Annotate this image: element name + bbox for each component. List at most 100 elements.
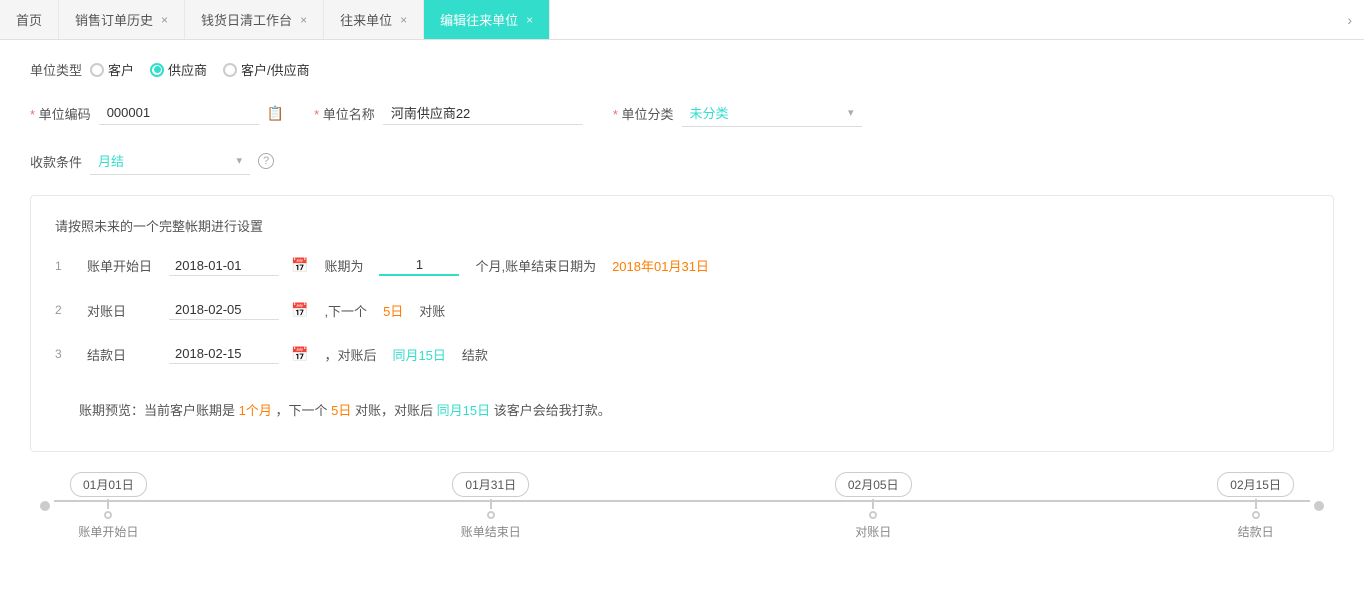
row-period-text: 账期为: [324, 256, 363, 275]
unit-code-input[interactable]: [99, 101, 259, 125]
unit-code-field: 单位编码 📋: [30, 101, 284, 125]
radio-group: 客户 供应商 客户/供应商: [90, 60, 310, 79]
unit-name-label: 单位名称: [314, 104, 375, 123]
row-num-2: 2: [55, 303, 75, 317]
close-icon[interactable]: ×: [161, 13, 168, 27]
payment-terms-field: 收款条件 月结 ▾ ?: [30, 147, 274, 175]
timeline-point-2: 01月31日 账单结束日: [452, 472, 529, 540]
timeline-right-dot: [1314, 501, 1324, 511]
unit-type-field: 单位类型 客户 供应商 客户/供应商: [30, 60, 310, 79]
timeline-label-4: 结款日: [1238, 523, 1274, 540]
reconcile-prefix-text: ,下一个: [324, 301, 367, 320]
reconcile-highlight: 5日: [383, 301, 403, 320]
timeline-label-3: 对账日: [855, 523, 891, 540]
preview-section: 账期预览：当前客户账期是 1个月 ，下一个 5日 对账，对账后 同月15日 该客…: [55, 388, 1309, 431]
tab-cash-workbench[interactable]: 钱货日清工作台 ×: [185, 0, 324, 39]
reconcile-suffix-text: 对账: [419, 301, 445, 320]
payment-date-input[interactable]: [169, 344, 279, 364]
unit-code-icon[interactable]: 📋: [267, 105, 284, 122]
period-unit-text: 个月,账单结束日期为: [475, 256, 596, 275]
timeline-connector-4: [1255, 499, 1257, 509]
period-value-input[interactable]: [379, 255, 459, 276]
tab-partner-label: 往来单位: [340, 10, 392, 29]
tab-partner[interactable]: 往来单位 ×: [324, 0, 424, 39]
timeline-connector-2: [490, 499, 492, 509]
fields-row: 单位编码 📋 单位名称 单位分类 未分类 ▾: [30, 99, 1334, 127]
preview-reconcile-day: 5日: [331, 403, 351, 418]
start-date-label: 账单开始日: [87, 256, 157, 275]
reconcile-date-input[interactable]: [169, 300, 279, 320]
unit-category-select[interactable]: 未分类 ▾: [682, 99, 862, 127]
chevron-down-icon: ▾: [236, 154, 242, 167]
tab-edit-partner[interactable]: 编辑往来单位 ×: [424, 0, 550, 39]
preview-prefix: 账期预览：当前客户账期是: [79, 403, 235, 418]
payment-terms-select[interactable]: 月结 ▾: [90, 147, 250, 175]
tab-sales-history-label: 销售订单历史: [75, 10, 153, 29]
radio-both-label: 客户/供应商: [241, 60, 310, 79]
payment-date-label: 结款日: [87, 345, 157, 364]
period-end-date: 2018年01月31日: [612, 256, 709, 275]
payment-suffix-text: 结款: [462, 345, 488, 364]
radio-customer-label: 客户: [108, 60, 134, 79]
calendar-icon[interactable]: 📅: [291, 257, 308, 274]
radio-both[interactable]: 客户/供应商: [223, 60, 310, 79]
timeline-dot-2: [487, 511, 495, 519]
timeline-connector-1: [107, 499, 109, 509]
tab-home[interactable]: 首页: [0, 0, 59, 39]
radio-supplier[interactable]: 供应商: [150, 60, 207, 79]
close-icon[interactable]: ×: [526, 13, 533, 27]
row-num-1: 1: [55, 259, 75, 273]
timeline-point-3: 02月05日 对账日: [835, 472, 912, 540]
calendar-icon[interactable]: 📅: [291, 346, 308, 363]
section-title: 请按照未来的一个完整帐期进行设置: [55, 216, 1309, 235]
start-date-input[interactable]: [169, 256, 279, 276]
tab-sales-history[interactable]: 销售订单历史 ×: [59, 0, 185, 39]
payment-date-row: 3 结款日 📅 ，对账后 同月15日 结款: [55, 344, 1309, 364]
unit-category-field: 单位分类 未分类 ▾: [613, 99, 862, 127]
preview-sep2: 对账，对账后: [355, 403, 433, 418]
preview-period: 1个月: [239, 403, 272, 418]
unit-name-field: 单位名称: [314, 101, 583, 125]
timeline-label-1: 账单开始日: [78, 523, 138, 540]
unit-name-input[interactable]: [383, 101, 583, 125]
timeline-dot-3: [869, 511, 877, 519]
tab-more-arrow[interactable]: ›: [1335, 12, 1364, 28]
radio-both-circle: [223, 63, 237, 77]
help-icon[interactable]: ?: [258, 153, 274, 169]
unit-category-value: 未分类: [690, 103, 844, 122]
unit-type-row: 单位类型 客户 供应商 客户/供应商: [30, 60, 1334, 79]
preview-sep1: ，下一个: [276, 403, 328, 418]
radio-customer-circle: [90, 63, 104, 77]
unit-code-label: 单位编码: [30, 104, 91, 123]
timeline-date-3: 02月05日: [835, 472, 912, 497]
calendar-icon[interactable]: 📅: [291, 302, 308, 319]
radio-supplier-circle: [150, 63, 164, 77]
tab-home-label: 首页: [16, 10, 42, 29]
timeline-connector-3: [872, 499, 874, 509]
radio-supplier-label: 供应商: [168, 60, 207, 79]
tab-bar: 首页 销售订单历史 × 钱货日清工作台 × 往来单位 × 编辑往来单位 × ›: [0, 0, 1364, 40]
radio-customer[interactable]: 客户: [90, 60, 134, 79]
payment-prefix-text: ，对账后: [324, 345, 376, 364]
timeline-point-1: 01月01日 账单开始日: [70, 472, 147, 540]
unit-category-label: 单位分类: [613, 104, 674, 123]
timeline-date-2: 01月31日: [452, 472, 529, 497]
main-content: 单位类型 客户 供应商 客户/供应商 单位编码 📋: [0, 40, 1364, 608]
payment-row: 收款条件 月结 ▾ ?: [30, 147, 1334, 175]
payment-terms-label: 收款条件: [30, 152, 82, 171]
chevron-down-icon: ▾: [848, 106, 854, 119]
timeline-dot-4: [1252, 511, 1260, 519]
unit-type-label: 单位类型: [30, 60, 82, 79]
close-icon[interactable]: ×: [300, 13, 307, 27]
timeline-container: 01月01日 账单开始日 01月31日 账单结束日 02月05日 对账日: [40, 476, 1324, 536]
close-icon[interactable]: ×: [400, 13, 407, 27]
timeline-date-1: 01月01日: [70, 472, 147, 497]
timeline-dot-1: [104, 511, 112, 519]
payment-terms-value: 月结: [98, 151, 232, 170]
period-section: 请按照未来的一个完整帐期进行设置 1 账单开始日 📅 账期为 个月,账单结束日期…: [30, 195, 1334, 452]
payment-highlight: 同月15日: [392, 345, 445, 364]
timeline-wrapper: 01月01日 账单开始日 01月31日 账单结束日 02月05日 对账日: [30, 476, 1334, 536]
reconcile-date-row: 2 对账日 📅 ,下一个 5日 对账: [55, 300, 1309, 320]
timeline-left-dot: [40, 501, 50, 511]
reconcile-date-label: 对账日: [87, 301, 157, 320]
